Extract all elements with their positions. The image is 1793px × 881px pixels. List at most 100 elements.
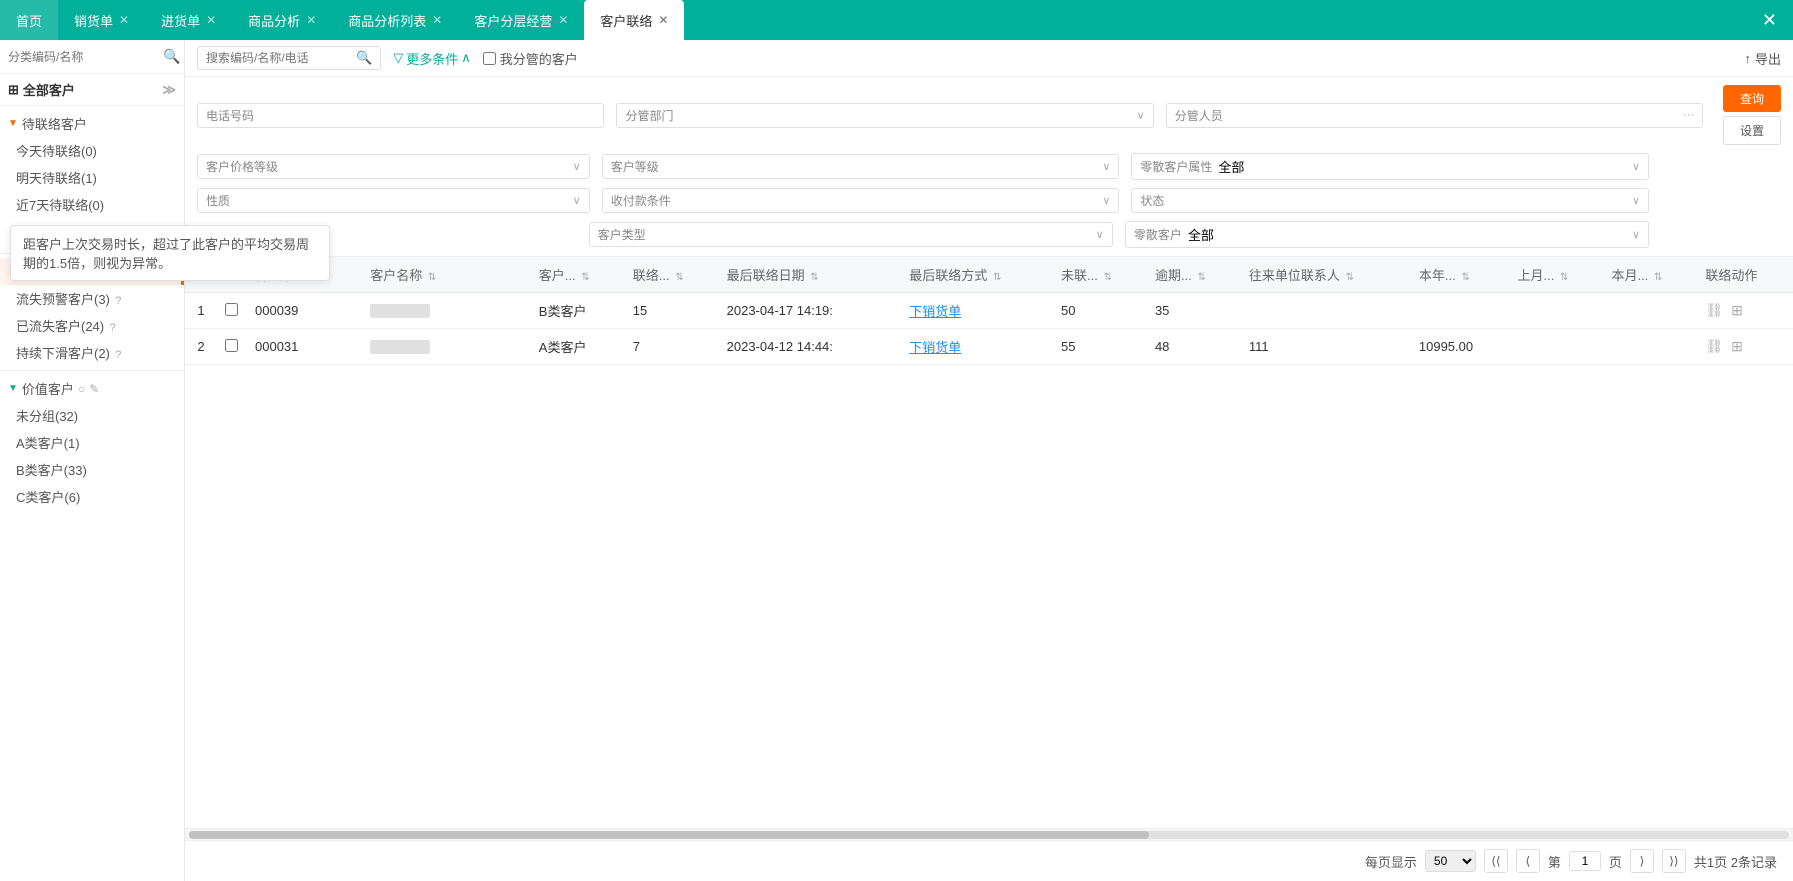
next-page-button[interactable]: ⟩	[1630, 849, 1654, 873]
filter-icon: ▽	[393, 50, 403, 66]
sidebar-item-continuous-down[interactable]: 持续下滑客户(2) ?	[0, 339, 184, 366]
edit-icon[interactable]: ✎	[89, 382, 99, 396]
cell-last-contact-date: 2023-04-17 14:19:	[719, 293, 902, 329]
horizontal-scrollbar[interactable]	[185, 828, 1793, 840]
close-customer-contact-icon[interactable]: ✕	[658, 13, 668, 27]
nav-analysis-list[interactable]: 商品分析列表 ✕	[332, 0, 458, 40]
action-link-icon[interactable]: ⛓	[1705, 338, 1723, 355]
phone-input[interactable]	[260, 108, 595, 122]
value-customers-header[interactable]: ▼ 价值客户 ○ ✎	[0, 375, 184, 402]
sidebar-item-unclassified[interactable]: 未分组(32)	[0, 402, 184, 429]
filter-row-3: 性质 ∨ 收付款条件 ∨ 状态 ∨	[197, 188, 1781, 213]
status-field[interactable]: 状态 ∨	[1131, 188, 1649, 213]
nav-analysis[interactable]: 商品分析 ✕	[232, 0, 332, 40]
dept-field[interactable]: 分管部门 ∨	[616, 103, 1153, 128]
sort-date-icon[interactable]: ⇅	[810, 272, 818, 283]
sidebar-item-7days[interactable]: 近7天待联络(0)	[0, 191, 184, 218]
action-link-icon[interactable]: ⛓	[1705, 302, 1723, 319]
row-checkbox[interactable]	[225, 303, 238, 316]
settings-button[interactable]: 设置	[1723, 116, 1781, 145]
sidebar-item-already-lost[interactable]: 已流失客户(24) ?	[0, 312, 184, 339]
cell-checkbox	[217, 329, 247, 365]
gender-field[interactable]: 性质 ∨	[197, 188, 590, 213]
already-lost-info-icon: ?	[109, 322, 115, 334]
main-search-input[interactable]	[206, 51, 356, 65]
sort-name-icon[interactable]: ⇅	[428, 272, 436, 283]
nav-sales[interactable]: 销货单 ✕	[58, 0, 145, 40]
close-purchase-icon[interactable]: ✕	[206, 13, 216, 27]
export-button[interactable]: ↑ 导出	[1744, 49, 1781, 68]
manager-field[interactable]: 分管人员 ···	[1166, 103, 1703, 128]
scrollbar-thumb[interactable]	[189, 831, 1149, 839]
content-area: 🔍 ▽ 更多条件 ∧ 我分管的客户 ↑ 导出 电话号码	[185, 40, 1793, 881]
customer-type-field[interactable]: 客户类型 ∨	[589, 222, 1113, 247]
cell-unit-contact	[1241, 293, 1411, 329]
th-action: 联络动作	[1697, 257, 1793, 293]
close-customer-segment-icon[interactable]: ✕	[558, 13, 568, 27]
cell-name	[362, 293, 531, 329]
cell-last-month	[1510, 329, 1604, 365]
cell-contact: 15	[625, 293, 719, 329]
sort-this-month-icon[interactable]: ⇅	[1654, 272, 1662, 283]
row-checkbox[interactable]	[225, 339, 238, 352]
sort-contact-icon[interactable]: ⇅	[675, 272, 683, 283]
sidebar: 🔍 ⊞ 全部客户 ≫ ▼ 待联络客户 今天待联络(0) 明天待联络(1) 近7天…	[0, 40, 185, 881]
customer-grade-field[interactable]: 客户等级 ∨	[602, 154, 1120, 179]
close-analysis-list-icon[interactable]: ✕	[432, 13, 442, 27]
query-button[interactable]: 查询	[1723, 85, 1781, 112]
sort-method-icon[interactable]: ⇅	[993, 272, 1001, 283]
action-more-icon[interactable]: ⊞	[1731, 338, 1743, 355]
nav-customer-segment[interactable]: 客户分层经营 ✕	[458, 0, 584, 40]
retail-attr-field[interactable]: 零散客户属性 全部 ∨	[1131, 153, 1649, 180]
retail-customer-field[interactable]: 零散客户 全部 ∨	[1125, 221, 1649, 248]
close-sales-icon[interactable]: ✕	[119, 13, 129, 27]
sidebar-item-lost-pending[interactable]: 流失预警客户(3) ?	[0, 285, 184, 312]
sort-no-contact-icon[interactable]: ⇅	[1103, 272, 1111, 283]
page-number-input[interactable]	[1569, 851, 1601, 871]
action-more-icon[interactable]: ⊞	[1731, 302, 1743, 319]
sidebar-search-input[interactable]	[8, 50, 163, 64]
pending-contact-header[interactable]: ▼ 待联络客户	[0, 110, 184, 137]
divider2	[0, 370, 184, 371]
sort-this-year-icon[interactable]: ⇅	[1461, 272, 1469, 283]
payment-field[interactable]: 收付款条件 ∨	[602, 188, 1120, 213]
per-page-select[interactable]: 501020100	[1425, 850, 1476, 872]
sidebar-item-b-class[interactable]: B类客户(33)	[0, 456, 184, 483]
prev-page-button[interactable]: ⟨	[1516, 849, 1540, 873]
sidebar-item-today[interactable]: 今天待联络(0)	[0, 137, 184, 164]
sidebar-item-a-class[interactable]: A类客户(1)	[0, 429, 184, 456]
table-header-row: ⚙ 客户编码 ⇅ 客户名称 ⇅	[185, 257, 1793, 293]
last-contact-method-link[interactable]: 下销货单	[909, 340, 961, 355]
collapse-icon[interactable]: ≫	[162, 82, 176, 98]
price-grade-field[interactable]: 客户价格等级 ∨	[197, 154, 590, 179]
last-page-button[interactable]: ⟩⟩	[1662, 849, 1686, 873]
cell-no-contact: 55	[1053, 329, 1147, 365]
sidebar-item-tomorrow[interactable]: 明天待联络(1)	[0, 164, 184, 191]
nav-home[interactable]: 首页	[0, 0, 58, 40]
cell-last-contact-date: 2023-04-12 14:44:	[719, 329, 902, 365]
th-name: 客户名称 ⇅	[362, 257, 531, 293]
th-last-contact-date: 最后联络日期 ⇅	[719, 257, 902, 293]
sort-category-icon[interactable]: ⇅	[581, 272, 589, 283]
cell-action: ⛓ ⊞	[1697, 329, 1793, 365]
nav-customer-contact[interactable]: 客户联络 ✕	[584, 0, 684, 40]
top-navigation: 首页 销货单 ✕ 进货单 ✕ 商品分析 ✕ 商品分析列表 ✕ 客户分层经营 ✕ …	[0, 0, 1793, 40]
sort-overdue-icon[interactable]: ⇅	[1197, 272, 1205, 283]
cell-last-month	[1510, 293, 1604, 329]
main-layout: 🔍 ⊞ 全部客户 ≫ ▼ 待联络客户 今天待联络(0) 明天待联络(1) 近7天…	[0, 40, 1793, 881]
nav-purchase[interactable]: 进货单 ✕	[145, 0, 232, 40]
customer-type-chevron-icon: ∨	[1096, 228, 1104, 241]
close-analysis-icon[interactable]: ✕	[306, 13, 316, 27]
first-page-button[interactable]: ⟨⟨	[1484, 849, 1508, 873]
more-conditions-btn[interactable]: ▽ 更多条件 ∧	[393, 49, 471, 68]
sort-unit-contact-icon[interactable]: ⇅	[1346, 272, 1354, 283]
sidebar-item-c-class[interactable]: C类客户(6)	[0, 483, 184, 510]
last-contact-method-link[interactable]: 下销货单	[909, 304, 961, 319]
main-search-box: 🔍	[197, 46, 381, 70]
app-close-button[interactable]: ✕	[1762, 10, 1793, 31]
th-contact: 联络... ⇅	[625, 257, 719, 293]
sort-last-month-icon[interactable]: ⇅	[1560, 272, 1568, 283]
chevron-up-icon: ∧	[461, 50, 471, 66]
phone-field[interactable]: 电话号码	[197, 103, 604, 128]
my-customers-checkbox[interactable]	[483, 52, 496, 65]
